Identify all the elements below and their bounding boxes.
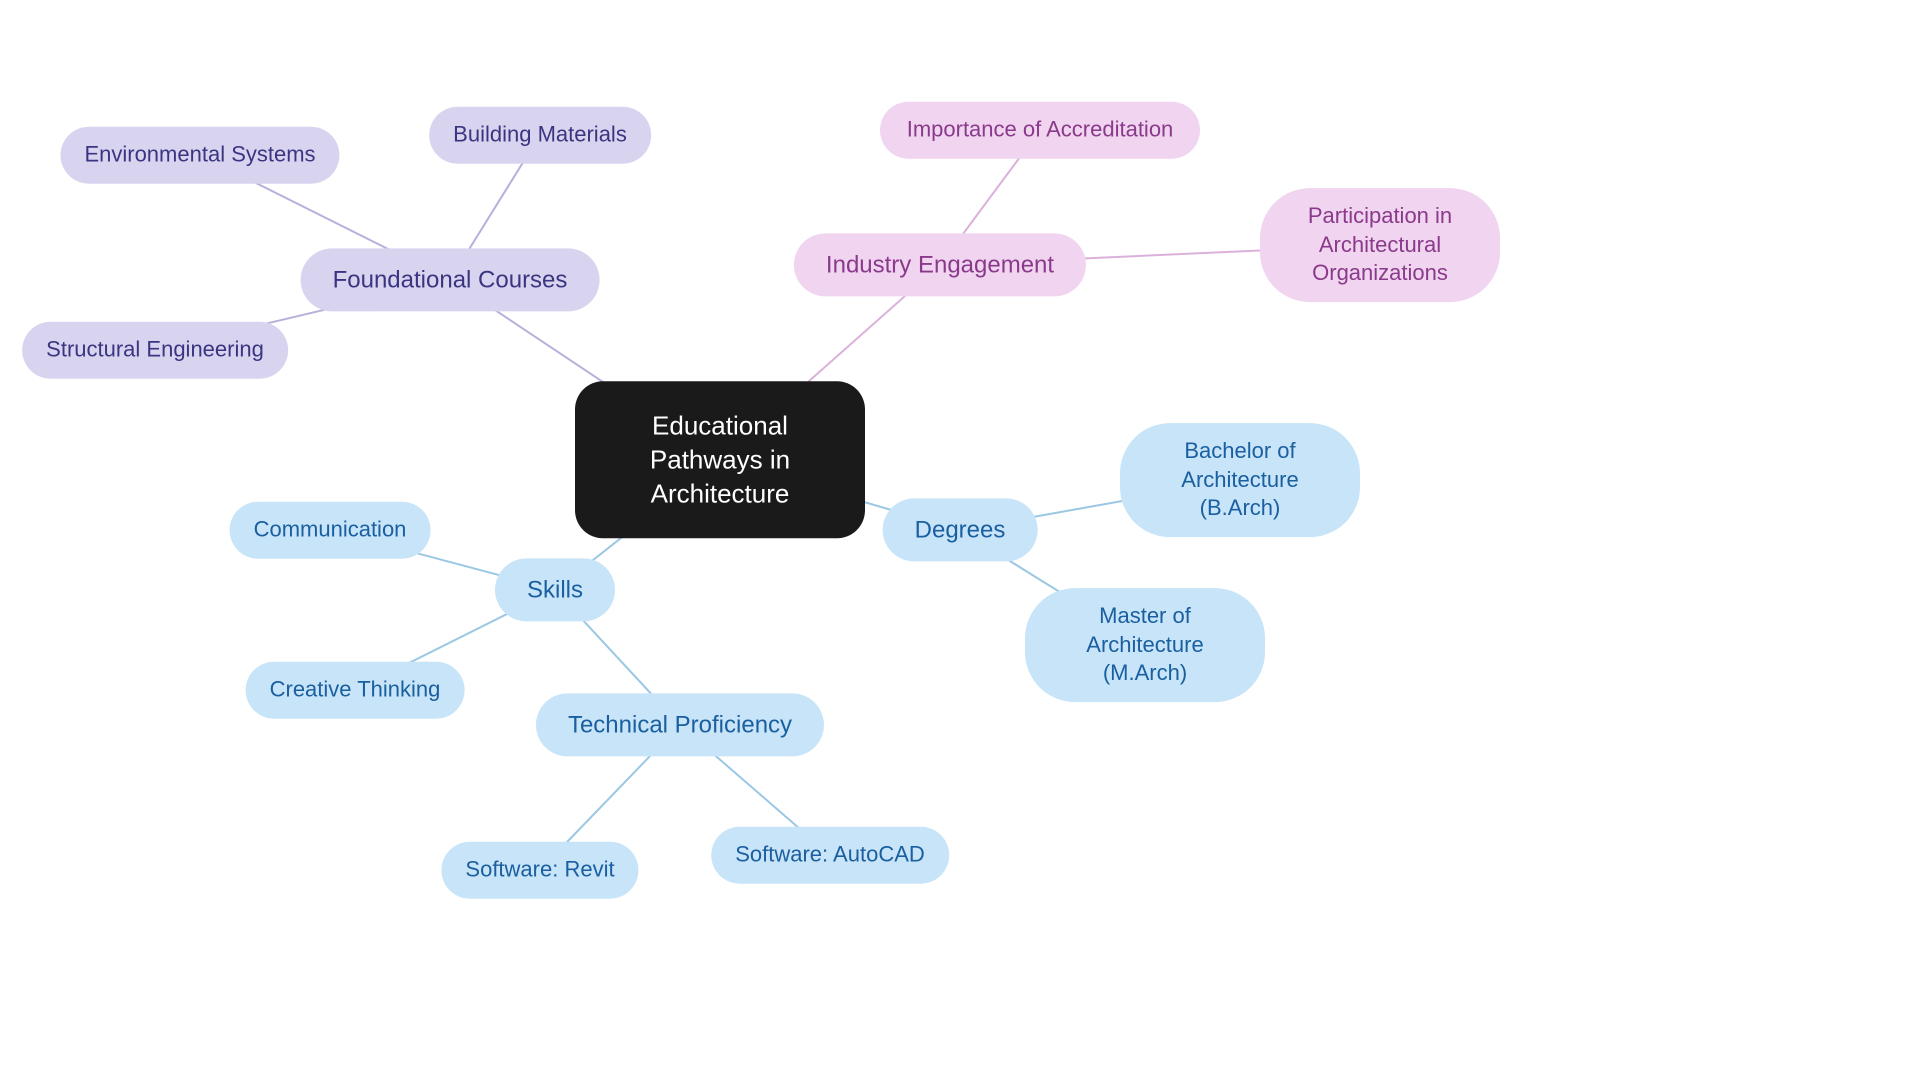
mind-map-container: Educational Pathways inArchitecture Found… [0,0,1920,1083]
skills-node: Skills [495,558,615,621]
creative-thinking-node: Creative Thinking [246,662,465,719]
center-node: Educational Pathways inArchitecture [575,381,865,538]
foundational-courses-node: Foundational Courses [301,248,600,311]
master-architecture-node: Master of Architecture(M.Arch) [1025,588,1265,702]
building-materials-node: Building Materials [429,107,651,164]
bachelor-architecture-node: Bachelor of Architecture(B.Arch) [1120,423,1360,537]
participation-architectural-node: Participation in ArchitecturalOrganizati… [1260,188,1500,302]
technical-proficiency-node: Technical Proficiency [536,693,824,756]
industry-engagement-node: Industry Engagement [794,233,1086,296]
environmental-systems-node: Environmental Systems [60,127,339,184]
importance-accreditation-node: Importance of Accreditation [880,102,1200,159]
degrees-node: Degrees [883,498,1038,561]
software-autocad-node: Software: AutoCAD [711,827,949,884]
structural-engineering-node: Structural Engineering [22,322,288,379]
communication-node: Communication [230,502,431,559]
software-revit-node: Software: Revit [441,842,638,899]
